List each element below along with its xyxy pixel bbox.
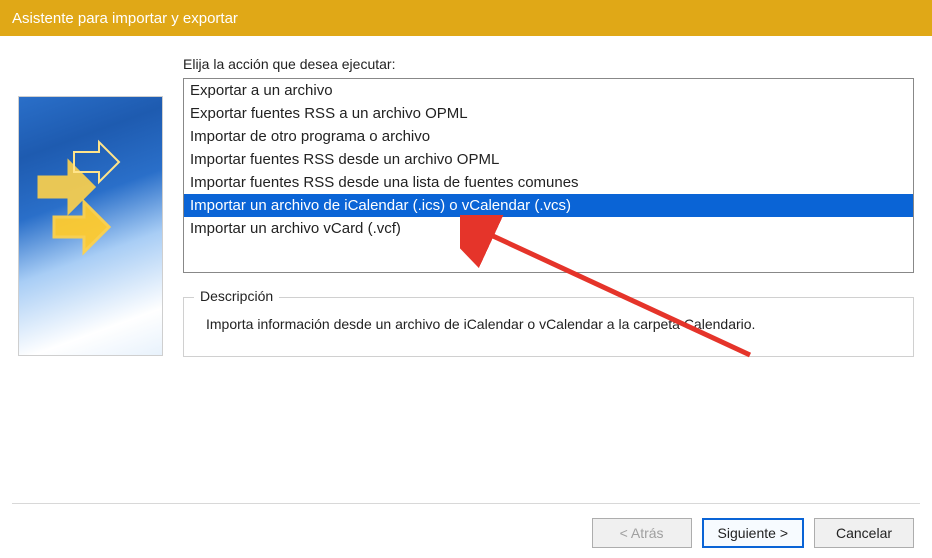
list-item[interactable]: Importar un archivo vCard (.vcf) <box>184 217 913 240</box>
list-item[interactable]: Importar fuentes RSS desde un archivo OP… <box>184 148 913 171</box>
cancel-button[interactable]: Cancelar <box>814 518 914 548</box>
window-titlebar: Asistente para importar y exportar <box>0 0 932 36</box>
action-listbox[interactable]: Exportar a un archivo Exportar fuentes R… <box>183 78 914 273</box>
dialog-content: Elija la acción que desea ejecutar: Expo… <box>0 36 932 367</box>
list-item[interactable]: Exportar a un archivo <box>184 79 913 102</box>
description-groupbox: Descripción Importa información desde un… <box>183 297 914 357</box>
list-item[interactable]: Exportar fuentes RSS a un archivo OPML <box>184 102 913 125</box>
arrows-decor-icon <box>29 137 159 277</box>
list-item[interactable]: Importar de otro programa o archivo <box>184 125 913 148</box>
main-panel: Elija la acción que desea ejecutar: Expo… <box>183 56 914 357</box>
list-item[interactable]: Importar fuentes RSS desde una lista de … <box>184 171 913 194</box>
back-button: < Atrás <box>592 518 692 548</box>
button-divider <box>12 503 920 504</box>
next-button[interactable]: Siguiente > <box>702 518 804 548</box>
action-prompt-label: Elija la acción que desea ejecutar: <box>183 56 914 72</box>
button-bar: < Atrás Siguiente > Cancelar <box>592 518 914 548</box>
list-item-selected[interactable]: Importar un archivo de iCalendar (.ics) … <box>184 194 913 217</box>
window-title: Asistente para importar y exportar <box>12 10 238 27</box>
description-title: Descripción <box>194 288 279 304</box>
description-text: Importa información desde un archivo de … <box>198 316 899 332</box>
wizard-sidebar-image <box>18 96 163 356</box>
